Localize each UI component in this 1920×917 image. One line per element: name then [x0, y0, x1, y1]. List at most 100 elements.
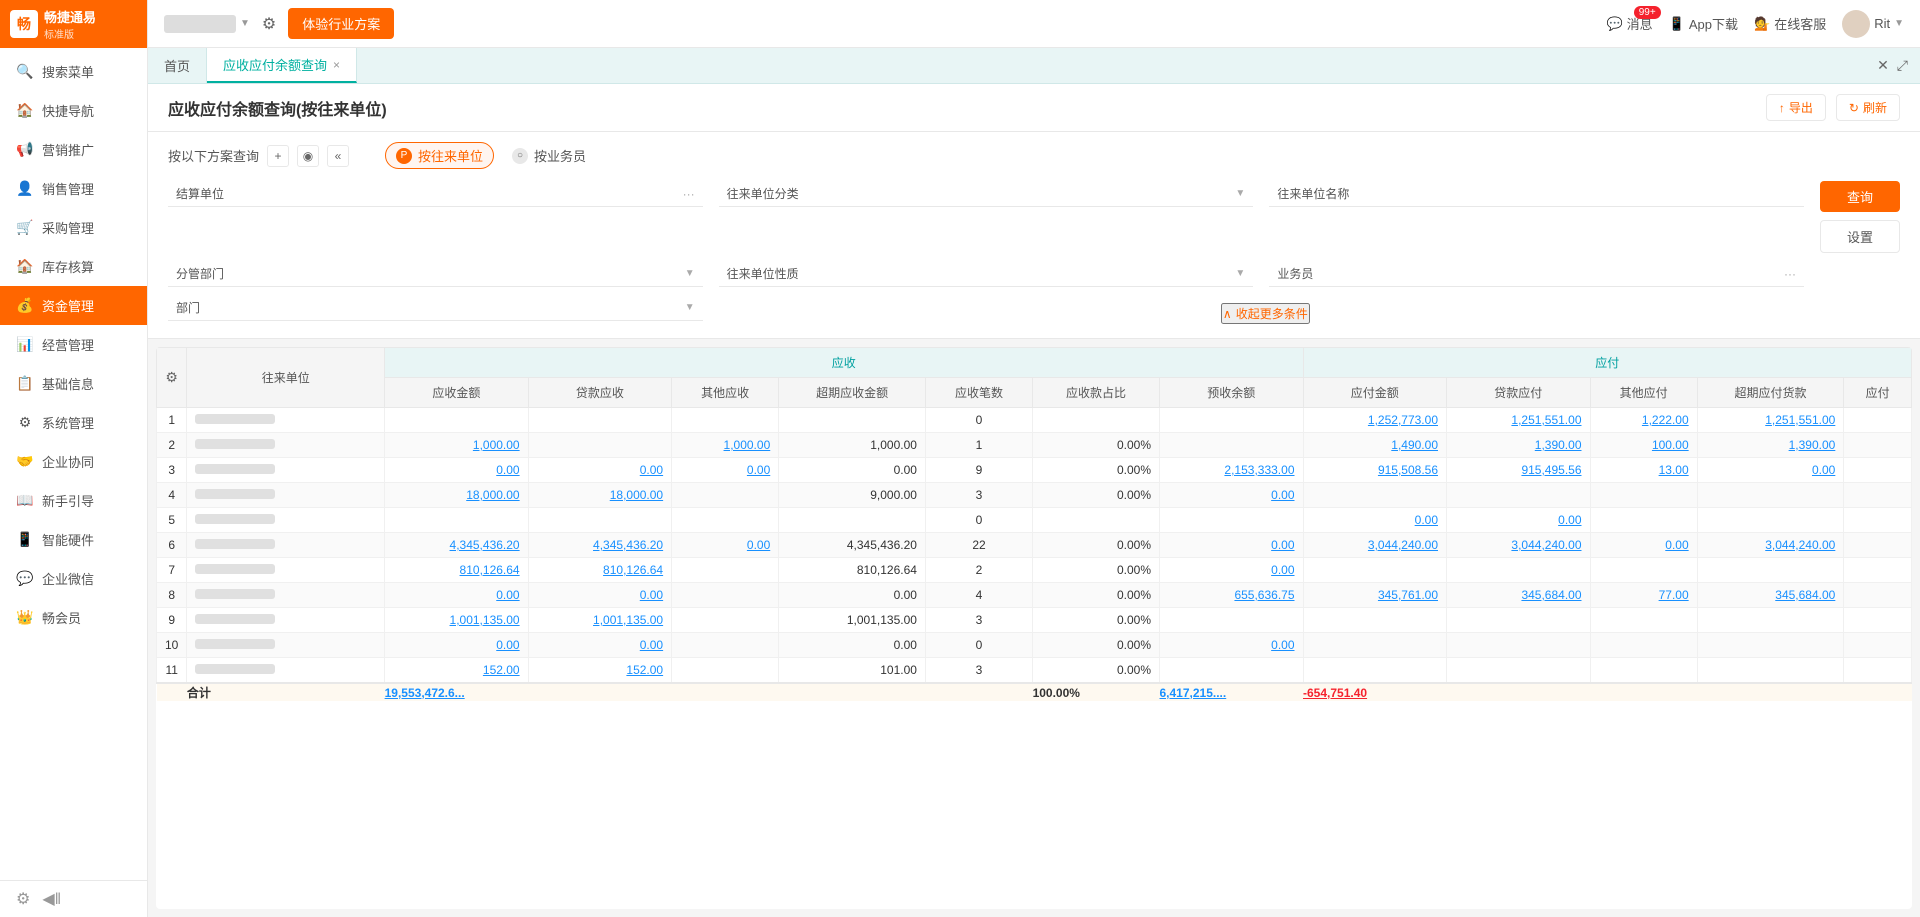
footer-label: 合计	[187, 683, 385, 701]
collapse-button[interactable]: ∧ 收起更多条件	[1221, 303, 1310, 324]
col-settings-header: ⚙	[157, 348, 187, 408]
sidebar-item-finance[interactable]: 💰资金管理	[0, 286, 147, 325]
col-overdue-recv: 超期应收金额	[779, 378, 926, 408]
sidebar-item-search-menu[interactable]: 🔍搜索菜单	[0, 52, 147, 91]
add-scheme-btn[interactable]: +	[267, 145, 289, 167]
collapse-footer-icon[interactable]: ◀‖	[42, 889, 61, 909]
window-close-btn[interactable]: ✕	[1877, 57, 1889, 74]
sidebar-item-wechat[interactable]: 💬企业微信	[0, 559, 147, 598]
table-row: 21,000.001,000.001,000.0010.00%1,490.001…	[157, 433, 1912, 458]
export-button[interactable]: ↑ 导出	[1766, 94, 1826, 121]
more-scheme-btn[interactable]: «	[327, 145, 349, 167]
scheme-salesman-label: 按业务员	[534, 146, 586, 165]
tab-receivable-label: 应收应付余额查询	[223, 55, 327, 74]
user-info[interactable]: Rit ▼	[1842, 10, 1904, 38]
notifications-btn[interactable]: 💬 消息 99+	[1606, 14, 1652, 33]
col-loan-recv: 贷款应收	[528, 378, 672, 408]
unit-category-field: 往来单位分类 ▼	[719, 181, 1254, 207]
sidebar-icon-finance: 💰	[16, 297, 34, 314]
breadcrumb-chevron[interactable]: ▼	[240, 18, 250, 29]
tab-close-icon[interactable]: ×	[333, 58, 340, 72]
settings-footer-icon[interactable]: ⚙	[16, 889, 30, 909]
table-row: 64,345,436.204,345,436.200.004,345,436.2…	[157, 533, 1912, 558]
settings-button[interactable]: 设置	[1820, 220, 1900, 253]
scheme-unit-icon: P	[396, 148, 412, 164]
solution-button[interactable]: 体验行业方案	[288, 8, 394, 39]
online-support-btn[interactable]: 💁 在线客服	[1754, 14, 1826, 33]
sidebar-item-sales[interactable]: 👤销售管理	[0, 169, 147, 208]
window-expand-btn[interactable]: ⤢	[1897, 57, 1908, 74]
sidebar: 畅 畅捷通易 标准版 🔍搜索菜单🏠快捷导航📢营销推广👤销售管理🛒采购管理🏠库存核…	[0, 0, 148, 917]
sidebar-label-guide: 新手引导	[42, 491, 94, 510]
scheme-by-salesman[interactable]: ○ 按业务员	[502, 143, 596, 168]
data-table: ⚙ 往来单位 应收 应付 应收金额 贷款应收 其他应收 超期应收金额 应收笔数 …	[156, 347, 1912, 701]
export-icon: ↑	[1779, 101, 1785, 115]
sidebar-item-hardware[interactable]: 📱智能硬件	[0, 520, 147, 559]
table-settings-icon[interactable]: ⚙	[165, 369, 178, 385]
sidebar-item-purchase[interactable]: 🛒采购管理	[0, 208, 147, 247]
query-btn-group: 查询 设置	[1820, 181, 1900, 253]
tab-receivable-query[interactable]: 应收应付余额查询 ×	[207, 48, 357, 83]
col-recv-count: 应收笔数	[925, 378, 1032, 408]
sidebar-item-basic-info[interactable]: 📋基础信息	[0, 364, 147, 403]
dept-chevron[interactable]: ▼	[685, 302, 695, 313]
col-payable-group-header: 应付	[1303, 348, 1912, 378]
collapse-bar: ∧ 收起更多条件	[719, 299, 1812, 328]
tabs-bar: 首页 应收应付余额查询 × ✕ ⤢	[148, 48, 1920, 84]
refresh-button[interactable]: ↻ 刷新	[1836, 94, 1900, 121]
col-other-recv: 其他应收	[672, 378, 779, 408]
sidebar-icon-purchase: 🛒	[16, 219, 34, 236]
footer-prepaid-total[interactable]: 6,417,215....	[1160, 683, 1304, 701]
settlement-unit-dots[interactable]: ···	[683, 187, 695, 201]
sidebar-item-guide[interactable]: 📖新手引导	[0, 481, 147, 520]
footer-recv-total[interactable]: 19,553,472.6...	[385, 683, 529, 701]
table-row: 100.000.000.0000.00%0.00	[157, 633, 1912, 658]
unit-nature-chevron[interactable]: ▼	[1235, 268, 1245, 279]
support-label: 在线客服	[1774, 14, 1826, 33]
sidebar-item-quick-nav[interactable]: 🏠快捷导航	[0, 91, 147, 130]
sidebar-label-wechat: 企业微信	[42, 569, 94, 588]
query-button[interactable]: 查询	[1820, 181, 1900, 212]
topbar-gear-icon[interactable]: ⚙	[262, 14, 276, 34]
table-row: 30.000.000.000.0090.00%2,153,333.00915,5…	[157, 458, 1912, 483]
user-avatar	[1842, 10, 1870, 38]
logo-name: 畅捷通易	[44, 7, 96, 26]
sidebar-icon-marketing: 📢	[16, 141, 34, 158]
sidebar-label-system: 系统管理	[42, 413, 94, 432]
managing-dept-label: 分管部门	[176, 265, 246, 282]
filter-scheme-bar: 按以下方案查询 + ◉ « P 按往来单位 ○ 按业务员	[168, 142, 1900, 169]
table-footer-row: 合计 19,553,472.6... 100.00% 6,417,215....…	[157, 683, 1912, 701]
managing-dept-chevron[interactable]: ▼	[685, 268, 695, 279]
unit-name-input[interactable]	[1355, 187, 1796, 201]
app-download-btn[interactable]: 📱 App下载	[1669, 14, 1738, 33]
scheme-by-unit[interactable]: P 按往来单位	[385, 142, 494, 169]
sidebar-item-member[interactable]: 👑畅会员	[0, 598, 147, 637]
sidebar-icon-enterprise: 🤝	[16, 453, 34, 470]
sidebar-item-operations[interactable]: 📊 经营管理	[0, 325, 147, 364]
sidebar-item-enterprise[interactable]: 🤝企业协同	[0, 442, 147, 481]
sidebar-icon-search-menu: 🔍	[16, 63, 34, 80]
unit-category-chevron[interactable]: ▼	[1235, 188, 1245, 199]
sidebar-icon-operations: 📊	[16, 336, 34, 353]
sidebar-icon-inventory: 🏠	[16, 258, 34, 275]
sidebar-footer: ⚙ ◀‖	[0, 880, 147, 917]
sidebar-label-marketing: 营销推广	[42, 140, 94, 159]
edit-scheme-btn[interactable]: ◉	[297, 145, 319, 167]
sidebar-item-inventory[interactable]: 🏠库存核算	[0, 247, 147, 286]
settlement-unit-input[interactable]	[252, 187, 677, 201]
sidebar-icon-system: ⚙	[16, 414, 34, 431]
sidebar-label-hardware: 智能硬件	[42, 530, 94, 549]
salesman-dots[interactable]: ···	[1784, 267, 1796, 281]
col-pay-extra: 应付	[1844, 378, 1912, 408]
sidebar-label-operations: 经营管理	[42, 335, 94, 354]
sidebar-item-marketing[interactable]: 📢 营销推广	[0, 130, 147, 169]
footer-pay-total[interactable]: -654,751.40	[1303, 683, 1447, 701]
topbar-right: 💬 消息 99+ 📱 App下载 💁 在线客服 Rit ▼	[1606, 10, 1904, 38]
app-icon: 📱	[1669, 16, 1685, 32]
salesman-field: 业务员 ···	[1269, 261, 1804, 287]
tab-home[interactable]: 首页	[148, 48, 207, 83]
sidebar-icon-quick-nav: 🏠	[16, 102, 34, 119]
col-loan-pay: 贷款应付	[1447, 378, 1591, 408]
sidebar-item-system[interactable]: ⚙ 系统管理	[0, 403, 147, 442]
settlement-unit-field: 结算单位 ···	[168, 181, 703, 207]
